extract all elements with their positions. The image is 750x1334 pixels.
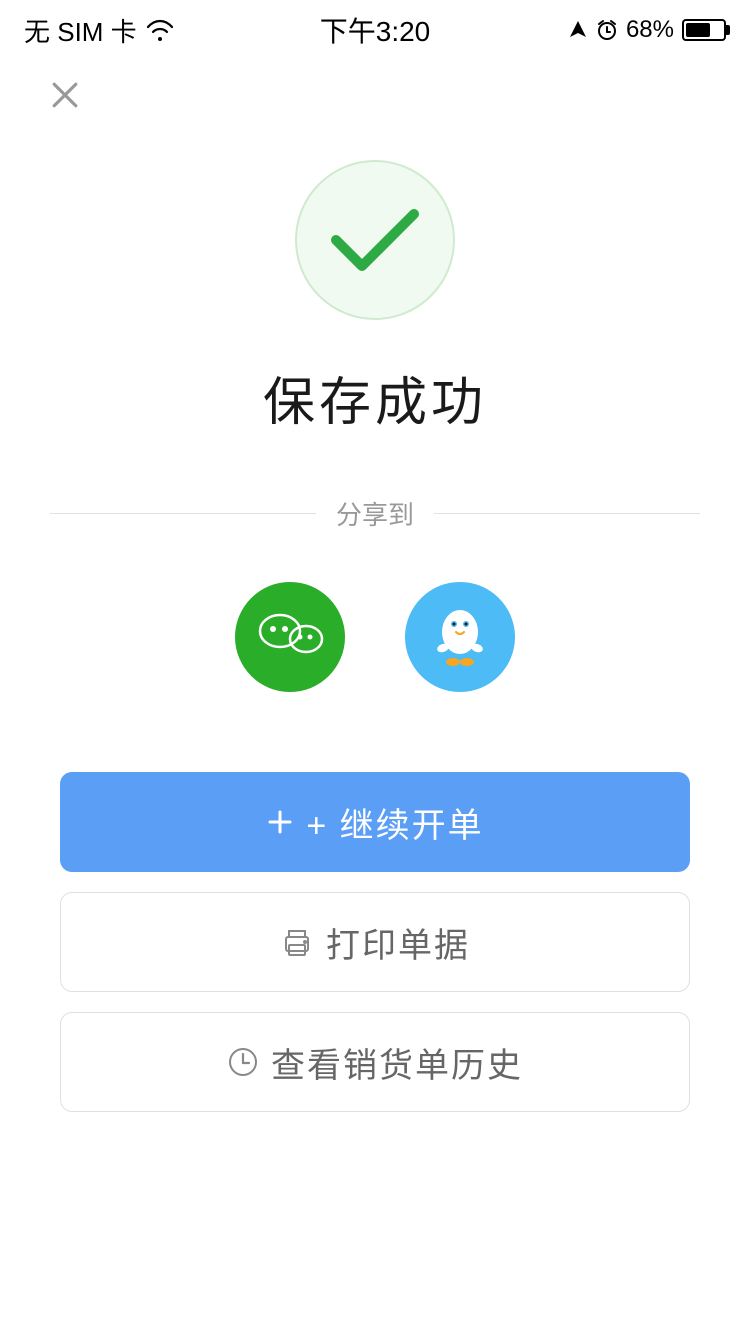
action-buttons: + 继续开单 打印单据 查看销 bbox=[50, 772, 700, 1112]
print-label: 打印单据 bbox=[326, 918, 470, 967]
status-right: 68% bbox=[568, 16, 726, 44]
success-title: 保存成功 bbox=[263, 360, 487, 435]
battery-box bbox=[682, 19, 726, 41]
close-icon bbox=[47, 77, 83, 113]
history-button[interactable]: 查看销货单历史 bbox=[60, 1012, 690, 1112]
status-time: 下午3:20 bbox=[320, 10, 431, 50]
close-button[interactable] bbox=[40, 70, 90, 120]
battery-container bbox=[682, 19, 726, 41]
continue-button[interactable]: + 继续开单 bbox=[60, 772, 690, 872]
divider-right bbox=[434, 513, 700, 514]
alarm-icon bbox=[596, 19, 618, 41]
qq-share-button[interactable] bbox=[405, 582, 515, 692]
wifi-icon bbox=[145, 19, 175, 41]
battery-fill bbox=[686, 23, 710, 37]
printer-icon bbox=[280, 927, 314, 957]
main-content: 保存成功 分享到 bbox=[0, 60, 750, 1112]
status-left: 无 SIM 卡 bbox=[24, 12, 175, 49]
share-section: 分享到 bbox=[50, 495, 700, 532]
location-icon bbox=[568, 19, 588, 41]
wechat-icon bbox=[256, 607, 324, 667]
plus-icon bbox=[266, 808, 294, 836]
print-button[interactable]: 打印单据 bbox=[60, 892, 690, 992]
divider-left bbox=[50, 513, 316, 514]
qq-icon bbox=[429, 602, 491, 672]
status-bar: 无 SIM 卡 下午3:20 68% bbox=[0, 0, 750, 60]
history-label: 查看销货单历史 bbox=[271, 1038, 523, 1087]
share-label: 分享到 bbox=[336, 495, 414, 532]
share-icons bbox=[235, 582, 515, 692]
wechat-share-button[interactable] bbox=[235, 582, 345, 692]
success-circle bbox=[295, 160, 455, 320]
clock-icon bbox=[227, 1046, 259, 1078]
continue-label: + 继续开单 bbox=[306, 798, 483, 847]
battery-percent: 68% bbox=[626, 16, 674, 44]
sim-text: 无 SIM 卡 bbox=[24, 12, 137, 49]
checkmark-icon bbox=[330, 204, 420, 276]
